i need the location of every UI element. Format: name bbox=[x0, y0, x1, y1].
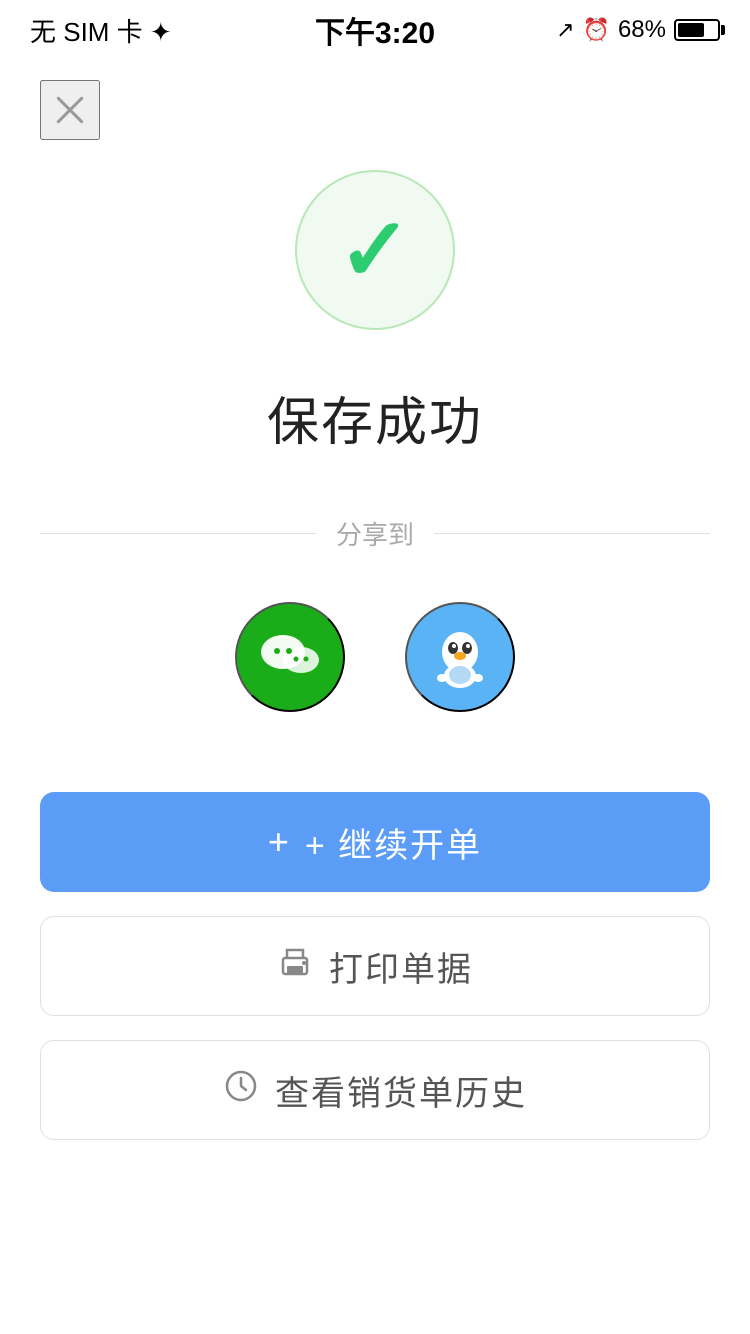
clock-icon bbox=[223, 1068, 259, 1113]
wechat-share-button[interactable] bbox=[235, 602, 345, 712]
history-label: 查看销货单历史 bbox=[275, 1066, 527, 1115]
sim-status: 无 SIM 卡 ✦ bbox=[30, 12, 172, 49]
alarm-icon: ⏰ bbox=[583, 17, 610, 43]
continue-label: + 继续开单 bbox=[305, 818, 482, 867]
action-buttons: + + 继续开单 打印单据 查看销货单历史 bbox=[40, 792, 710, 1140]
battery-icon bbox=[674, 19, 720, 41]
divider-right bbox=[434, 533, 710, 534]
share-icons-container bbox=[235, 602, 515, 712]
status-right: ↗ ⏰ 68% bbox=[556, 16, 720, 44]
wechat-icon bbox=[255, 622, 325, 692]
printer-icon bbox=[277, 944, 313, 988]
qq-share-button[interactable] bbox=[405, 602, 515, 712]
battery-percent: 68% bbox=[618, 16, 666, 44]
location-icon: ↗ bbox=[556, 17, 574, 43]
print-label: 打印单据 bbox=[329, 942, 473, 991]
qq-icon bbox=[425, 622, 495, 692]
status-left: 无 SIM 卡 ✦ bbox=[30, 12, 172, 49]
divider-left bbox=[40, 533, 316, 534]
share-divider: 分享到 bbox=[40, 515, 710, 552]
close-icon bbox=[52, 92, 88, 128]
close-button[interactable] bbox=[40, 80, 100, 140]
plus-icon: + bbox=[268, 821, 289, 863]
success-title: 保存成功 bbox=[267, 380, 483, 455]
status-time: 下午3:20 bbox=[315, 8, 435, 52]
print-button[interactable]: 打印单据 bbox=[40, 916, 710, 1016]
history-button[interactable]: 查看销货单历史 bbox=[40, 1040, 710, 1140]
continue-button[interactable]: + + 继续开单 bbox=[40, 792, 710, 892]
share-label: 分享到 bbox=[336, 515, 414, 552]
success-circle: ✓ bbox=[295, 170, 455, 330]
main-content: ✓ 保存成功 分享到 bbox=[0, 60, 750, 1334]
checkmark-icon: ✓ bbox=[338, 206, 412, 294]
status-bar: 无 SIM 卡 ✦ 下午3:20 ↗ ⏰ 68% bbox=[0, 0, 750, 60]
